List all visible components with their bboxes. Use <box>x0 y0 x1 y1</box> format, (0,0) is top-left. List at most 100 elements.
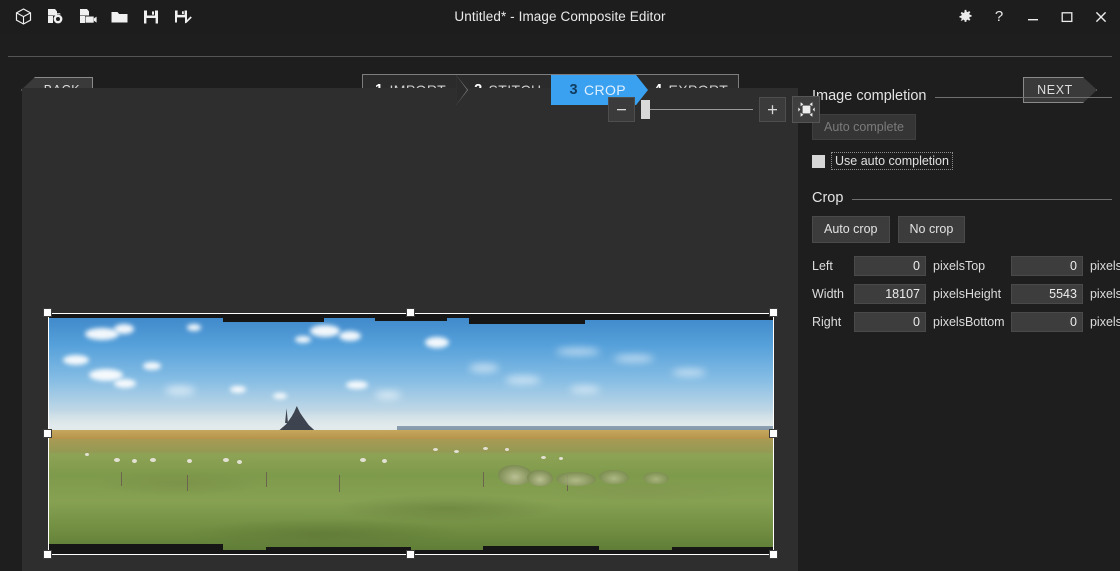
cloud <box>374 390 401 399</box>
cloud <box>295 335 312 343</box>
meadow-foreground <box>49 453 773 554</box>
stitch-seam <box>49 544 223 554</box>
crop-selection[interactable] <box>48 313 774 555</box>
wizard-rule <box>8 56 1112 57</box>
crop-handle-bottom-right[interactable] <box>769 550 778 559</box>
top-label: Top <box>964 258 986 273</box>
crop-canvas[interactable] <box>22 88 798 571</box>
section-divider <box>852 199 1112 201</box>
crop-row-left-top: Left pixels Top pixels <box>812 255 1120 276</box>
help-icon[interactable]: ? <box>982 0 1016 33</box>
crop-handle-top-center[interactable] <box>406 308 415 317</box>
crop-field-right: Right pixels <box>812 311 965 332</box>
bush <box>526 470 553 486</box>
height-input[interactable] <box>1010 283 1083 304</box>
crop-row-right-bottom: Right pixels Bottom pixels <box>812 311 1120 332</box>
zoom-in-button[interactable] <box>759 97 786 122</box>
sheep <box>454 449 460 453</box>
zoom-slider-handle[interactable] <box>641 100 650 119</box>
stitch-seam <box>222 314 325 322</box>
crop-field-top: Top pixels <box>964 255 1120 276</box>
use-auto-completion-label: Use auto completion <box>831 152 953 171</box>
cloud <box>114 378 137 388</box>
fit-to-window-button[interactable] <box>792 96 820 123</box>
right-input[interactable] <box>854 311 926 332</box>
cloud <box>63 354 90 365</box>
right-label: Right <box>812 314 842 329</box>
cloud <box>338 330 361 341</box>
cloud <box>114 323 135 334</box>
section-divider <box>935 97 1112 98</box>
auto-crop-button[interactable]: Auto crop <box>812 216 890 243</box>
fence-post <box>338 474 340 492</box>
sheep <box>222 458 229 462</box>
bush <box>599 470 630 484</box>
use-auto-completion-row[interactable]: Use auto completion <box>812 152 1112 171</box>
cloud <box>230 386 246 393</box>
wizard-navigation: BACK 1 IMPORT 2 STITCH 3 CROP 4 EXPORT N… <box>0 33 1120 106</box>
crop-field-bottom: Bottom pixels <box>964 311 1120 332</box>
crop-handle-bottom-left[interactable] <box>43 550 52 559</box>
crop-field-left: Left pixels <box>812 255 965 276</box>
bottom-input[interactable] <box>1010 311 1083 332</box>
crop-handle-bottom-center[interactable] <box>406 550 415 559</box>
crop-buttons: Auto crop No crop <box>812 216 1112 243</box>
image-completion-title: Image completion <box>812 88 927 104</box>
height-units: pixels <box>1089 286 1120 301</box>
step-number: 3 <box>569 82 578 98</box>
top-input[interactable] <box>1010 255 1083 276</box>
stitch-seam <box>483 546 600 554</box>
bottom-label: Bottom <box>964 314 1005 329</box>
crop-handle-middle-left[interactable] <box>43 429 52 438</box>
crop-title: Crop <box>812 190 844 207</box>
panorama-image <box>49 314 773 554</box>
cloud <box>186 323 201 331</box>
fence-post <box>483 472 485 488</box>
use-auto-completion-checkbox[interactable] <box>812 154 825 168</box>
cloud <box>164 386 195 395</box>
left-label: Left <box>812 258 833 273</box>
cloud <box>555 347 600 355</box>
fence-post <box>121 472 123 487</box>
right-units: pixels <box>933 314 965 329</box>
width-input[interactable] <box>854 283 926 304</box>
sheep <box>541 455 547 459</box>
crop-field-height: Height pixels <box>964 283 1120 304</box>
crop-handle-middle-right[interactable] <box>769 429 778 438</box>
cloud <box>143 362 162 370</box>
width-label: Width <box>812 286 844 301</box>
close-icon[interactable] <box>1084 0 1118 33</box>
no-crop-button[interactable]: No crop <box>897 216 966 243</box>
cloud <box>425 336 450 348</box>
top-units: pixels <box>1089 258 1120 273</box>
height-label: Height <box>964 286 1002 301</box>
cloud <box>613 354 654 362</box>
crop-settings-panel: Image completion Auto complete Use auto … <box>812 88 1120 571</box>
stitch-seam <box>671 547 773 554</box>
left-units: pixels <box>933 258 965 273</box>
image-completion-header: Image completion <box>812 88 1112 104</box>
fence-post <box>266 472 268 488</box>
crop-field-width: Width pixels <box>812 283 965 304</box>
zoom-slider[interactable] <box>641 97 753 122</box>
crop-row-width-height: Width pixels Height pixels <box>812 283 1120 304</box>
stitch-seam <box>584 314 773 320</box>
settings-gear-icon[interactable] <box>948 0 982 33</box>
auto-complete-button[interactable]: Auto complete <box>812 114 916 141</box>
zoom-out-button[interactable] <box>608 97 635 122</box>
cloud <box>309 324 340 337</box>
maximize-icon[interactable] <box>1050 0 1084 33</box>
window-controls: ? <box>948 0 1118 33</box>
help-glyph: ? <box>994 8 1004 25</box>
minimize-icon[interactable] <box>1016 0 1050 33</box>
left-input[interactable] <box>854 255 926 276</box>
crop-handle-top-right[interactable] <box>769 308 778 317</box>
zoom-slider-track <box>641 109 753 110</box>
fence-post <box>186 474 188 491</box>
sheep <box>186 459 192 464</box>
stitch-seam <box>266 547 411 554</box>
crop-handle-top-left[interactable] <box>43 308 52 317</box>
crop-fields-grid: Left pixels Top pixels Width pixels Heig… <box>812 255 1120 332</box>
stitch-seam <box>468 314 585 324</box>
width-units: pixels <box>933 286 965 301</box>
